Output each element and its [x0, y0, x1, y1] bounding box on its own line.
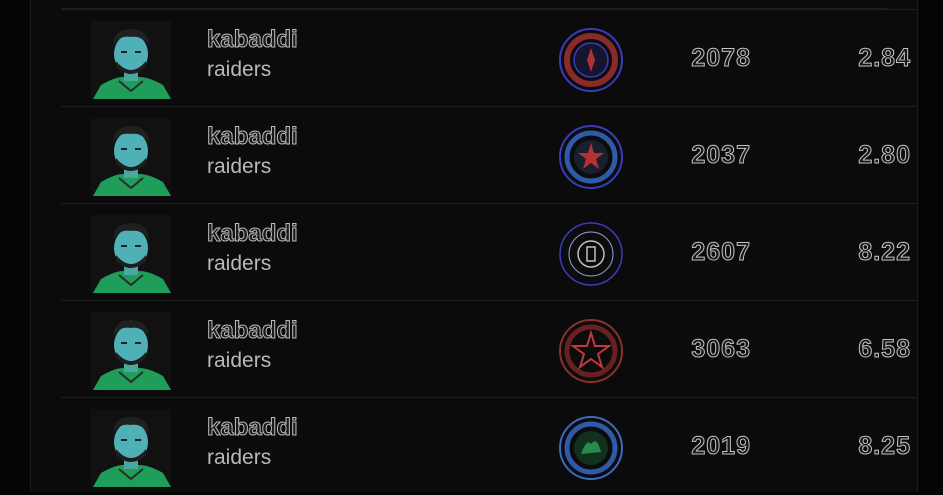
player-team: raiders [207, 349, 272, 372]
player-name: kabaddi [207, 317, 299, 345]
player-row[interactable]: kabaddi raiders 2019 8.25 [61, 397, 917, 495]
player-average: 8.22 [858, 238, 911, 267]
player-team: raiders [207, 446, 272, 469]
player-row[interactable]: kabaddi raiders 3063 6.58 [61, 300, 917, 398]
player-name: kabaddi [207, 414, 299, 442]
player-name: kabaddi [207, 123, 299, 151]
player-points: 3063 [691, 335, 751, 364]
leaderboard-panel: kabaddi raiders 2078 2.84 kabaddi raider… [30, 0, 918, 492]
player-name: kabaddi [207, 220, 299, 248]
player-points: 2078 [691, 44, 751, 73]
player-team: raiders [207, 58, 272, 81]
player-avatar [91, 118, 171, 196]
player-average: 8.25 [858, 432, 911, 461]
player-name: kabaddi [207, 26, 299, 54]
player-row[interactable]: kabaddi raiders 2607 8.22 [61, 203, 917, 301]
player-average: 2.84 [858, 44, 911, 73]
player-avatar [91, 21, 171, 99]
player-avatar [91, 409, 171, 487]
player-row[interactable]: kabaddi raiders 2078 2.84 [61, 9, 917, 107]
player-team: raiders [207, 155, 272, 178]
player-average: 6.58 [858, 335, 911, 364]
player-points: 2037 [691, 141, 751, 170]
player-average: 2.80 [858, 141, 911, 170]
player-points: 2607 [691, 238, 751, 267]
player-row[interactable]: kabaddi raiders 2037 2.80 [61, 106, 917, 204]
player-avatar [91, 215, 171, 293]
player-points: 2019 [691, 432, 751, 461]
player-team: raiders [207, 252, 272, 275]
player-avatar [91, 312, 171, 390]
